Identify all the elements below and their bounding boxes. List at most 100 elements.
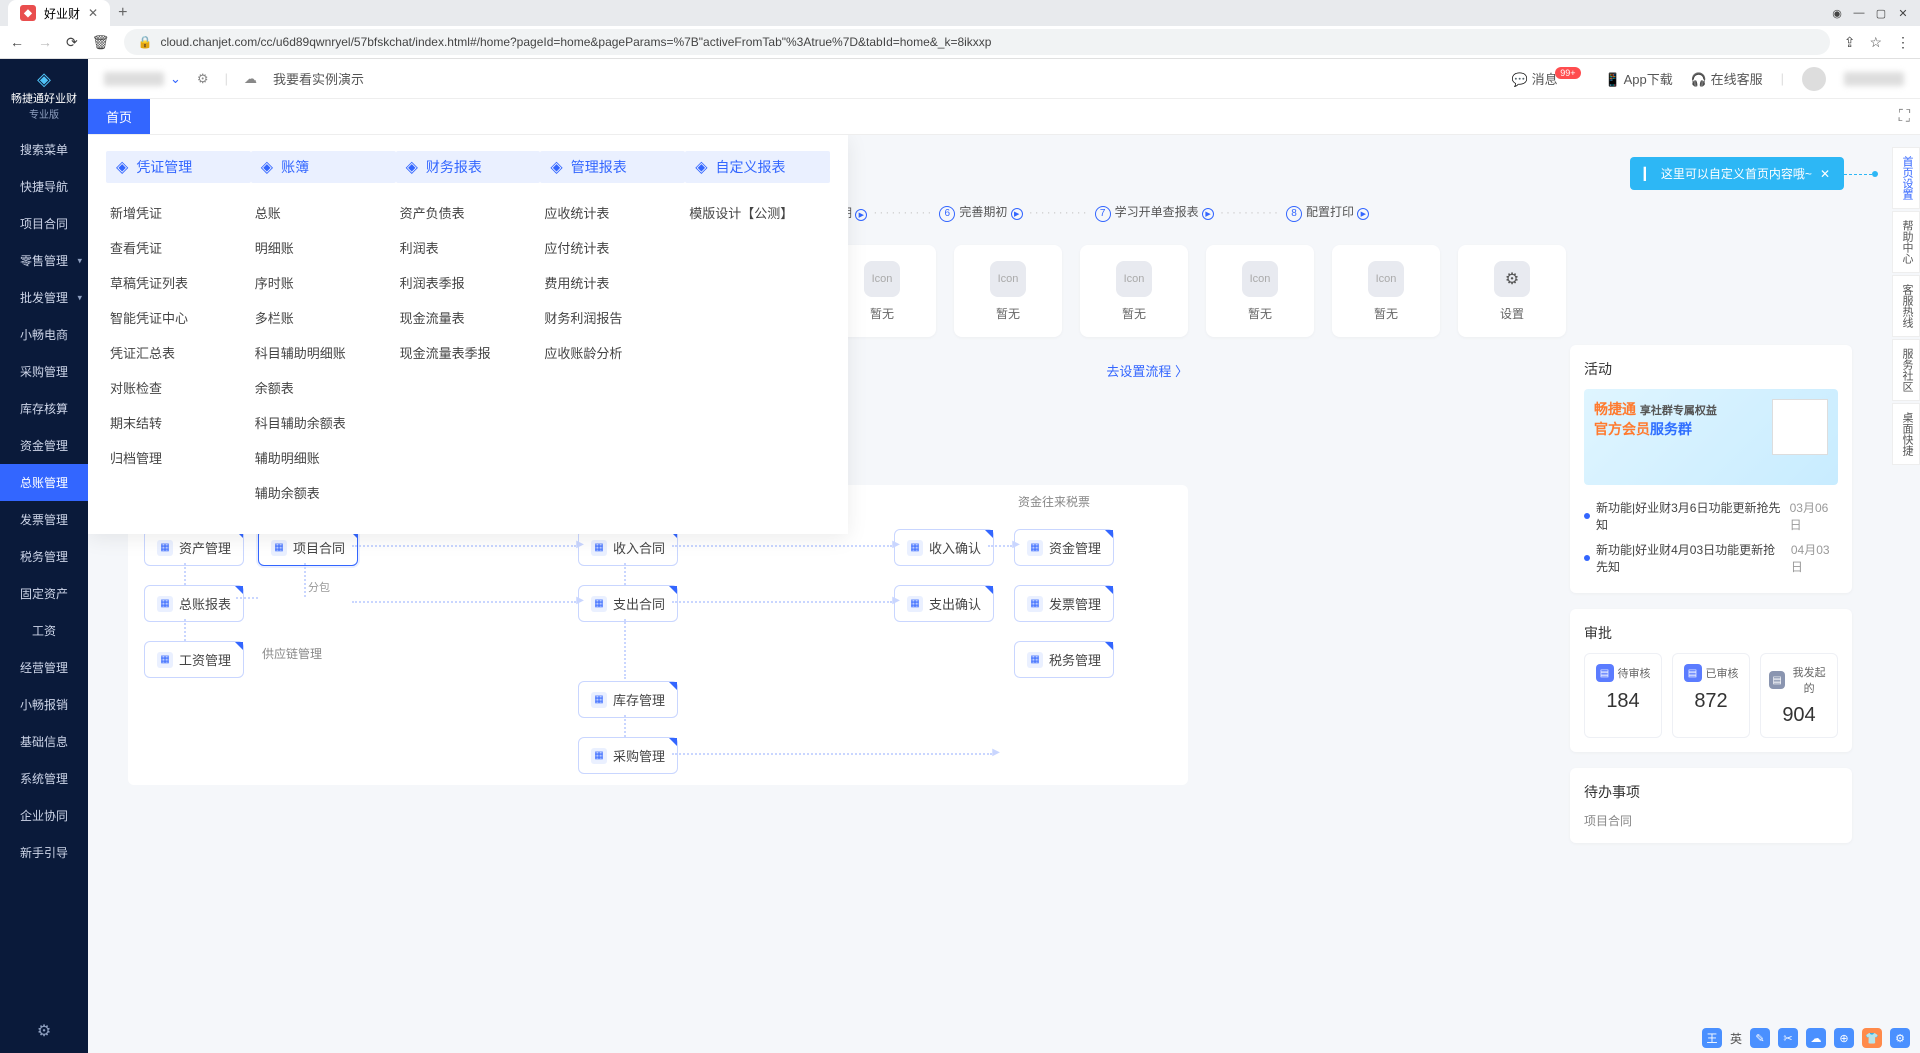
approval-box-2[interactable]: ▤我发起的904 — [1760, 653, 1838, 738]
mega-head-1[interactable]: ◈账簿 — [251, 151, 396, 183]
back-icon[interactable]: ← — [10, 34, 24, 50]
sidebar-item-8[interactable]: 资金管理 — [0, 427, 88, 464]
avatar[interactable] — [1802, 67, 1826, 91]
org-selector[interactable]: ⌄ — [104, 71, 181, 87]
demo-link[interactable]: 我要看实例演示 — [273, 69, 364, 88]
new-tab-button[interactable]: + — [118, 4, 127, 22]
tray-pen-icon[interactable]: ✎ — [1750, 1028, 1770, 1048]
sidebar-item-0[interactable]: 搜索菜单 — [0, 131, 88, 168]
mega-item-2-1[interactable]: 利润表 — [396, 230, 541, 265]
sidebar-item-11[interactable]: 税务管理 — [0, 538, 88, 575]
sidebar-item-19[interactable]: 新手引导 — [0, 834, 88, 871]
tab-home[interactable]: 首页 — [88, 99, 150, 134]
mega-item-0-6[interactable]: 期末结转 — [106, 405, 251, 440]
maximize-icon[interactable]: ▢ — [1874, 6, 1888, 20]
tray-cloud-icon[interactable]: ☁ — [1806, 1028, 1826, 1048]
fullscreen-icon[interactable]: ⛶ — [1889, 108, 1920, 126]
mega-item-3-4[interactable]: 应收账龄分析 — [540, 335, 685, 370]
sync-icon[interactable]: ◉ — [1830, 6, 1844, 20]
node-tax[interactable]: ▦税务管理 — [1014, 641, 1114, 678]
sidebar-item-1[interactable]: 快捷导航 — [0, 168, 88, 205]
browser-tab[interactable]: ◆ 好业财 ✕ — [8, 0, 110, 26]
activity-banner[interactable]: 畅捷通 享社群专属权益 官方会员服务群 — [1584, 389, 1838, 485]
mega-item-1-7[interactable]: 辅助明细账 — [251, 440, 396, 475]
node-stock[interactable]: ▦库存管理 — [578, 681, 678, 718]
mega-item-0-3[interactable]: 智能凭证中心 — [106, 300, 251, 335]
mega-head-3[interactable]: ◈管理报表 — [540, 151, 685, 183]
node-income-contract[interactable]: ▦收入合同 — [578, 529, 678, 566]
mega-item-4-0[interactable]: 模版设计【公测】 — [685, 195, 830, 230]
mega-head-0[interactable]: ◈凭证管理 — [106, 151, 251, 183]
tray-gear-icon[interactable]: ⚙ — [1890, 1028, 1910, 1048]
tooltip-close-icon[interactable]: ✕ — [1820, 167, 1830, 181]
quick-card-settings[interactable]: ⚙设置 — [1458, 245, 1566, 337]
sidebar-item-18[interactable]: 企业协同 — [0, 797, 88, 834]
sidebar-item-7[interactable]: 库存核算 — [0, 390, 88, 427]
close-window-icon[interactable]: ✕ — [1896, 6, 1910, 20]
node-asset[interactable]: ▦资产管理 — [144, 529, 244, 566]
node-project-contract[interactable]: ▦项目合同 — [258, 529, 358, 566]
approval-box-0[interactable]: ▤待审核184 — [1584, 653, 1662, 738]
gear-icon[interactable]: ⚙ — [197, 71, 209, 87]
mega-item-1-5[interactable]: 余额表 — [251, 370, 396, 405]
sidebar-item-17[interactable]: 系统管理 — [0, 760, 88, 797]
mega-item-0-2[interactable]: 草稿凭证列表 — [106, 265, 251, 300]
mega-item-3-0[interactable]: 应收统计表 — [540, 195, 685, 230]
mega-item-1-2[interactable]: 序时账 — [251, 265, 396, 300]
news-item-0[interactable]: 新功能|好业财3月6日功能更新抢先知03月06日 — [1584, 495, 1838, 537]
mega-item-0-1[interactable]: 查看凭证 — [106, 230, 251, 265]
approval-box-1[interactable]: ▤已审核872 — [1672, 653, 1750, 738]
step-2[interactable]: 7学习开单查报表 ▶ — [1095, 203, 1214, 222]
sidebar-item-14[interactable]: 经营管理 — [0, 649, 88, 686]
menu-icon[interactable]: ⋮ — [1896, 34, 1910, 51]
node-expend-contract[interactable]: ▦支出合同 — [578, 585, 678, 622]
share-icon[interactable]: ⇪ — [1844, 34, 1856, 51]
quick-card-2[interactable]: Icon暂无 — [1080, 245, 1188, 337]
mega-item-1-3[interactable]: 多栏账 — [251, 300, 396, 335]
mega-item-2-0[interactable]: 资产负债表 — [396, 195, 541, 230]
tray-globe-icon[interactable]: ⊕ — [1834, 1028, 1854, 1048]
messages-button[interactable]: 💬 消息 99+ — [1512, 69, 1587, 88]
sidetab-1[interactable]: 帮助中心 — [1892, 211, 1920, 273]
minimize-icon[interactable]: — — [1852, 6, 1866, 20]
sidebar-item-10[interactable]: 发票管理 — [0, 501, 88, 538]
news-item-1[interactable]: 新功能|好业财4月03日功能更新抢先知04月03日 — [1584, 537, 1838, 579]
sidebar-item-9[interactable]: 总账管理 — [0, 464, 88, 501]
mega-item-0-7[interactable]: 归档管理 — [106, 440, 251, 475]
mega-item-0-0[interactable]: 新增凭证 — [106, 195, 251, 230]
node-invoice[interactable]: ▦发票管理 — [1014, 585, 1114, 622]
sidebar-item-4[interactable]: 批发管理▾ — [0, 279, 88, 316]
sidebar-item-2[interactable]: 项目合同 — [0, 205, 88, 242]
mega-head-2[interactable]: ◈财务报表 — [396, 151, 541, 183]
mega-item-3-3[interactable]: 财务利润报告 — [540, 300, 685, 335]
mega-item-1-6[interactable]: 科目辅助余额表 — [251, 405, 396, 440]
quick-card-3[interactable]: Icon暂无 — [1206, 245, 1314, 337]
node-gl[interactable]: ▦总账报表 — [144, 585, 244, 622]
tray-shirt-icon[interactable]: 👕 — [1862, 1028, 1882, 1048]
close-icon[interactable]: ✕ — [88, 6, 98, 20]
tray-scissors-icon[interactable]: ✂ — [1778, 1028, 1798, 1048]
mega-item-2-4[interactable]: 现金流量表季报 — [396, 335, 541, 370]
node-salary[interactable]: ▦工资管理 — [144, 641, 244, 678]
sidetab-4[interactable]: 桌面快捷 — [1892, 403, 1920, 465]
star-icon[interactable]: ☆ — [1869, 34, 1882, 51]
quick-card-4[interactable]: Icon暂无 — [1332, 245, 1440, 337]
delete-icon[interactable]: 🗑 — [92, 34, 110, 51]
step-1[interactable]: 6完善期初 ▶ — [939, 203, 1022, 222]
node-fund[interactable]: ▦资金管理 — [1014, 529, 1114, 566]
sidebar-item-16[interactable]: 基础信息 — [0, 723, 88, 760]
mega-item-3-1[interactable]: 应付统计表 — [540, 230, 685, 265]
sidetab-0[interactable]: 首页设置 — [1892, 147, 1920, 209]
configure-flow-link[interactable]: 去设置流程 〉 — [828, 361, 1188, 380]
settings-gear-icon[interactable]: ⚙ — [0, 1009, 88, 1053]
node-income-confirm[interactable]: ▦收入确认 — [894, 529, 994, 566]
url-input[interactable]: 🔒 cloud.chanjet.com/cc/u6d89qwnryel/57bf… — [124, 29, 1830, 55]
mega-item-2-3[interactable]: 现金流量表 — [396, 300, 541, 335]
sidetab-3[interactable]: 服务社区 — [1892, 339, 1920, 401]
step-3[interactable]: 8配置打印 ▶ — [1286, 203, 1369, 222]
mega-item-0-5[interactable]: 对账检查 — [106, 370, 251, 405]
sidebar-item-5[interactable]: 小畅电商 — [0, 316, 88, 353]
sidebar-item-3[interactable]: 零售管理▾ — [0, 242, 88, 279]
sidebar-item-12[interactable]: 固定资产 — [0, 575, 88, 612]
mega-item-1-4[interactable]: 科目辅助明细账 — [251, 335, 396, 370]
